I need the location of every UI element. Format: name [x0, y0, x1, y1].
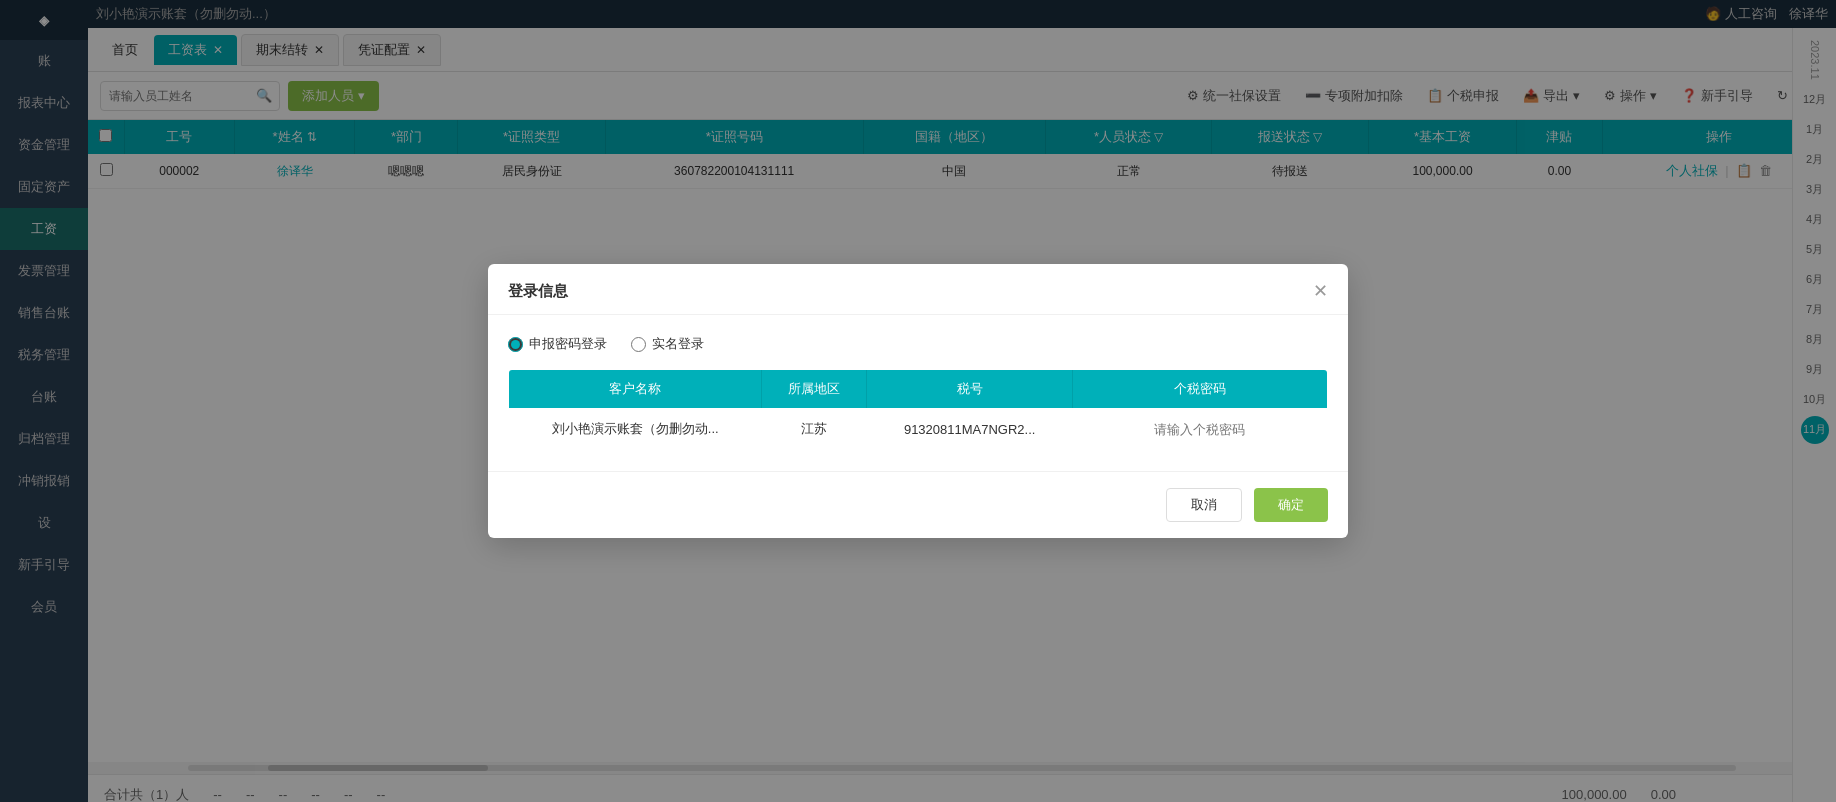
radio-realname-label: 实名登录: [652, 335, 704, 353]
modal-header: 登录信息 ✕: [488, 264, 1348, 315]
modal-cell-name: 刘小艳演示账套（勿删勿动...: [509, 408, 762, 451]
modal-col-password: 个税密码: [1073, 370, 1328, 409]
modal-title: 登录信息: [508, 282, 568, 301]
modal-col-tax-no: 税号: [866, 370, 1073, 409]
cancel-button[interactable]: 取消: [1166, 488, 1242, 522]
radio-realname[interactable]: 实名登录: [631, 335, 704, 353]
radio-password[interactable]: 申报密码登录: [508, 335, 607, 353]
radio-password-label: 申报密码登录: [529, 335, 607, 353]
login-modal: 登录信息 ✕ 申报密码登录 实名登录 客户名称 所属地区: [488, 264, 1348, 538]
modal-col-name: 客户名称: [509, 370, 762, 409]
modal-col-region: 所属地区: [761, 370, 866, 409]
modal-close-btn[interactable]: ✕: [1313, 280, 1328, 302]
radio-realname-input[interactable]: [631, 337, 646, 352]
modal-overlay[interactable]: 登录信息 ✕ 申报密码登录 实名登录 客户名称 所属地区: [0, 0, 1836, 802]
modal-cell-region: 江苏: [761, 408, 866, 451]
modal-table-row: 刘小艳演示账套（勿删勿动... 江苏 91320811MA7NGR2...: [509, 408, 1328, 451]
radio-password-input[interactable]: [508, 337, 523, 352]
modal-cell-password[interactable]: [1073, 408, 1328, 451]
individual-tax-password-input[interactable]: [1087, 422, 1313, 437]
confirm-button[interactable]: 确定: [1254, 488, 1328, 522]
modal-cell-tax-no: 91320811MA7NGR2...: [866, 408, 1073, 451]
modal-body: 申报密码登录 实名登录 客户名称 所属地区 税号 个税密码: [488, 315, 1348, 471]
login-info-table: 客户名称 所属地区 税号 个税密码 刘小艳演示账套（勿删勿动... 江苏 913…: [508, 369, 1328, 451]
modal-footer: 取消 确定: [488, 471, 1348, 538]
login-method-group: 申报密码登录 实名登录: [508, 335, 1328, 353]
